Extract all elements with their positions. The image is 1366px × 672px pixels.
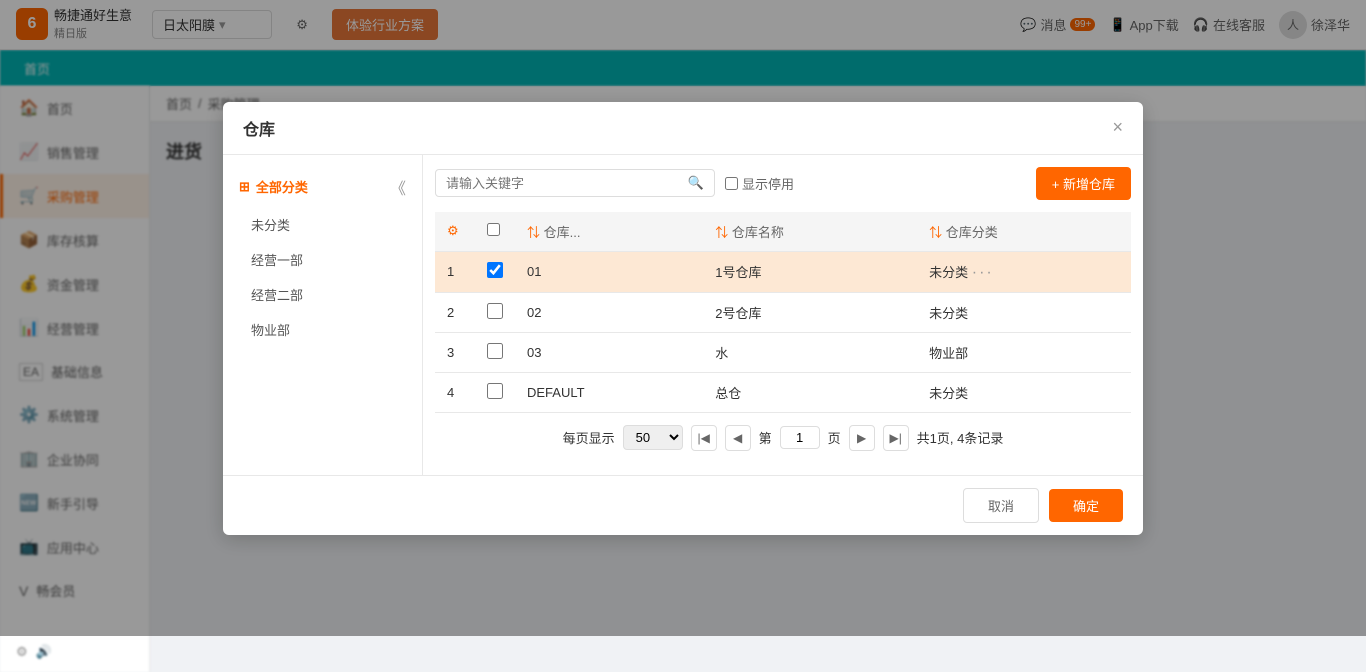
row-category: 未分类 ··· (917, 251, 1131, 292)
modal-footer: 取消 确定 (223, 475, 1143, 535)
table-toolbar: 🔍 显示停用 + 新增仓库 (435, 167, 1131, 200)
th-code: ⇅ 仓库... (515, 212, 703, 252)
warehouse-modal: 仓库 × ⊞ 全部分类 《 未分类 经营一部 经营二部 物业部 (223, 102, 1143, 535)
th-category: ⇅ 仓库分类 (917, 212, 1131, 252)
total-label: 共1页, 4条记录 (917, 428, 1004, 447)
page-first-btn[interactable]: |◀ (691, 425, 717, 451)
page-label: 第 (759, 428, 772, 447)
th-checkbox (475, 212, 515, 252)
show-disabled-checkbox[interactable] (725, 177, 738, 190)
row-num: 3 (435, 332, 475, 372)
per-page-select[interactable]: 50 20 100 (623, 425, 683, 450)
page-end-label: 页 (828, 428, 841, 447)
table-row[interactable]: 1 01 1号仓库 未分类 ··· (435, 251, 1131, 292)
search-input[interactable] (446, 176, 682, 191)
sidebar-bottom[interactable]: ⚙ 🔊 (0, 632, 149, 672)
page-next-btn[interactable]: ▶ (849, 425, 875, 451)
row-category: 物业部 (917, 332, 1131, 372)
row-checkbox[interactable] (487, 343, 503, 359)
select-all-checkbox[interactable] (487, 223, 500, 236)
row-name: 2号仓库 (703, 292, 917, 332)
row-code: 01 (515, 251, 703, 292)
page-prev-btn[interactable]: ◀ (725, 425, 751, 451)
page-input[interactable] (780, 426, 820, 449)
add-warehouse-btn[interactable]: + 新增仓库 (1036, 167, 1131, 200)
table-scroll: ⚙ ⇅ 仓库... ⇅ (435, 212, 1131, 413)
all-category-label: ⊞ 全部分类 (239, 177, 308, 196)
search-box: 🔍 (435, 169, 715, 197)
cat-item-operations2[interactable]: 经营二部 (223, 277, 422, 312)
modal-header: 仓库 × (223, 102, 1143, 155)
row-checkbox-cell (475, 332, 515, 372)
collapse-icon[interactable]: 《 (390, 175, 406, 199)
volume-icon: 🔊 (36, 644, 52, 660)
modal-overlay: 仓库 × ⊞ 全部分类 《 未分类 经营一部 经营二部 物业部 (0, 0, 1366, 636)
cat-item-property[interactable]: 物业部 (223, 312, 422, 347)
modal-title: 仓库 (243, 116, 275, 140)
confirm-btn[interactable]: 确定 (1049, 489, 1123, 522)
table-row[interactable]: 4 DEFAULT 总仓 未分类 (435, 372, 1131, 412)
warehouse-table: ⚙ ⇅ 仓库... ⇅ (435, 212, 1131, 413)
table-row[interactable]: 2 02 2号仓库 未分类 (435, 292, 1131, 332)
row-name: 总仓 (703, 372, 917, 412)
page-last-btn[interactable]: ▶| (883, 425, 909, 451)
row-checkbox-cell (475, 251, 515, 292)
cat-item-operations1[interactable]: 经营一部 (223, 242, 422, 277)
row-category: 未分类 (917, 292, 1131, 332)
row-checkbox-cell (475, 372, 515, 412)
th-name: ⇅ 仓库名称 (703, 212, 917, 252)
row-num: 4 (435, 372, 475, 412)
row-checkbox[interactable] (487, 383, 503, 399)
th-settings: ⚙ (435, 212, 475, 252)
row-actions-btn[interactable]: ··· (972, 264, 994, 281)
show-disabled-label: 显示停用 (725, 174, 794, 193)
table-row[interactable]: 3 03 水 物业部 (435, 332, 1131, 372)
category-sidebar: ⊞ 全部分类 《 未分类 经营一部 经营二部 物业部 (223, 155, 423, 475)
row-code: DEFAULT (515, 372, 703, 412)
search-icon: 🔍 (688, 175, 704, 191)
row-num: 1 (435, 251, 475, 292)
all-category-header[interactable]: ⊞ 全部分类 《 (223, 167, 422, 207)
pagination: 每页显示 50 20 100 |◀ ◀ 第 页 ▶ ▶| 共1页, 4条记录 (435, 413, 1131, 463)
settings-bottom-icon: ⚙ (16, 644, 28, 660)
row-checkbox[interactable] (487, 303, 503, 319)
cat-item-unclassified[interactable]: 未分类 (223, 207, 422, 242)
settings-th-icon: ⚙ (447, 223, 459, 238)
table-area: 🔍 显示停用 + 新增仓库 ⚙ (423, 155, 1143, 475)
grid-icon: ⊞ (239, 179, 250, 195)
row-checkbox-cell (475, 292, 515, 332)
row-num: 2 (435, 292, 475, 332)
cancel-btn[interactable]: 取消 (963, 488, 1039, 523)
row-category: 未分类 (917, 372, 1131, 412)
modal-close-btn[interactable]: × (1112, 117, 1123, 138)
row-name: 水 (703, 332, 917, 372)
table-header-row: ⚙ ⇅ 仓库... ⇅ (435, 212, 1131, 252)
row-checkbox[interactable] (487, 262, 503, 278)
row-code: 02 (515, 292, 703, 332)
per-page-label: 每页显示 (563, 428, 615, 447)
row-code: 03 (515, 332, 703, 372)
modal-body: ⊞ 全部分类 《 未分类 经营一部 经营二部 物业部 🔍 (223, 155, 1143, 475)
row-name: 1号仓库 (703, 251, 917, 292)
